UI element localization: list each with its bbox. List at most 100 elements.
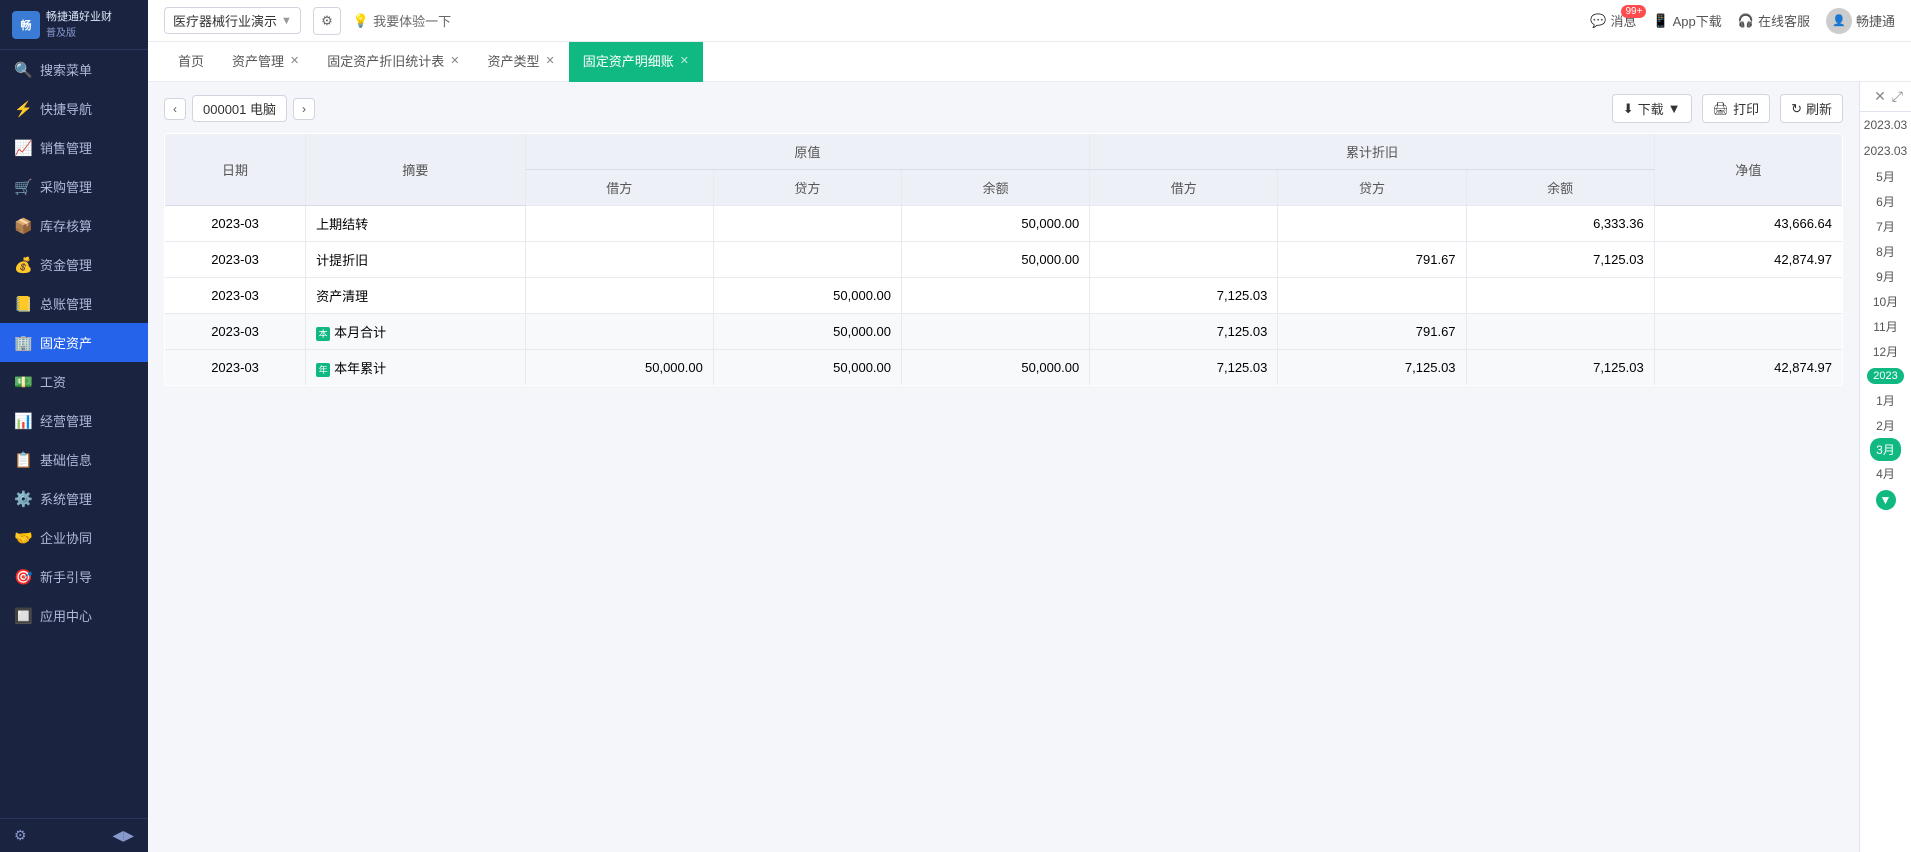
- tab-asset-type[interactable]: 资产类型 ✕: [473, 42, 568, 82]
- scroll-down-icon[interactable]: ▼: [1876, 490, 1896, 510]
- fixed-assets-icon: 🏢: [14, 334, 32, 352]
- settings-icon[interactable]: ⚙: [14, 827, 27, 844]
- refresh-label: 刷新: [1806, 99, 1832, 118]
- sidebar-item-fund[interactable]: 💰 资金管理: [0, 245, 148, 284]
- tab-depreciation-table[interactable]: 固定资产折旧统计表 ✕: [313, 42, 473, 82]
- cell-acc-balance: 7,125.03: [1466, 350, 1654, 386]
- cell-date: 2023-03: [165, 350, 306, 386]
- cell-acc-balance: [1466, 314, 1654, 350]
- sidebar-item-basic-info[interactable]: 📋 基础信息: [0, 440, 148, 479]
- collapse-icon[interactable]: ◀▶: [112, 827, 134, 844]
- month-item[interactable]: 3月: [1870, 438, 1901, 461]
- month-item[interactable]: 12月: [1873, 339, 1898, 364]
- col-net-value: 净值: [1654, 134, 1842, 206]
- col-acc-credit: 贷方: [1278, 170, 1466, 206]
- cell-orig-balance: [902, 314, 1090, 350]
- month-item[interactable]: 1月: [1870, 388, 1901, 413]
- messages-button[interactable]: 💬 消息 99+: [1590, 11, 1636, 30]
- sidebar-item-search[interactable]: 🔍 搜索菜单: [0, 50, 148, 89]
- sidebar-item-enterprise[interactable]: 🤝 企业协同: [0, 518, 148, 557]
- gear-icon: ⚙: [321, 13, 333, 29]
- cell-orig-balance: [902, 278, 1090, 314]
- cell-summary: 上期结转: [306, 206, 526, 242]
- col-orig-balance: 余额: [902, 170, 1090, 206]
- sidebar-item-newbie[interactable]: 🎯 新手引导: [0, 557, 148, 596]
- settings-button[interactable]: ⚙: [313, 7, 341, 35]
- cell-acc-debit: 7,125.03: [1090, 350, 1278, 386]
- logo-subtitle: 普及版: [46, 24, 112, 39]
- col-orig-credit: 贷方: [713, 170, 901, 206]
- sidebar-item-quick-nav[interactable]: ⚡ 快捷导航: [0, 89, 148, 128]
- tab-close-icon[interactable]: ✕: [546, 54, 555, 67]
- month-item[interactable]: 8月: [1873, 239, 1898, 264]
- cell-orig-debit: 50,000.00: [525, 350, 713, 386]
- month-item[interactable]: 5月: [1873, 164, 1898, 189]
- tab-asset-detail[interactable]: 固定资产明细账 ✕: [569, 42, 703, 82]
- tab-home[interactable]: 首页: [164, 42, 218, 82]
- cell-net-value: 42,874.97: [1654, 350, 1842, 386]
- app-download-button[interactable]: 📱 App下载: [1652, 11, 1721, 30]
- month-item[interactable]: 4月: [1870, 461, 1901, 486]
- headset-icon: 🎧: [1738, 13, 1754, 29]
- cell-summary: 本本月合计: [306, 314, 526, 350]
- tab-close-icon[interactable]: ✕: [450, 54, 459, 67]
- cell-acc-debit: 7,125.03: [1090, 278, 1278, 314]
- asset-code-display[interactable]: 000001 电脑: [192, 95, 287, 122]
- close-panel-icon[interactable]: ✕: [1874, 88, 1886, 105]
- print-button[interactable]: 🖨 打印: [1702, 94, 1771, 123]
- month-item[interactable]: 6月: [1873, 189, 1898, 214]
- cell-net-value: [1654, 314, 1842, 350]
- month-item[interactable]: 2月: [1870, 413, 1901, 438]
- sidebar-item-sales[interactable]: 📈 销售管理: [0, 128, 148, 167]
- cell-acc-balance: 6,333.36: [1466, 206, 1654, 242]
- months-before: 5月6月7月8月9月10月11月12月: [1873, 164, 1898, 364]
- sidebar-item-salary[interactable]: 💵 工资: [0, 362, 148, 401]
- sidebar-item-app-center[interactable]: 🔲 应用中心: [0, 596, 148, 635]
- month-item[interactable]: 11月: [1873, 314, 1898, 339]
- col-original-value: 原值: [525, 134, 1090, 170]
- cell-orig-debit: [525, 278, 713, 314]
- experience-icon: 💡: [353, 13, 369, 29]
- user-menu[interactable]: 👤 畅捷通: [1826, 8, 1895, 34]
- purchase-icon: 🛒: [14, 178, 32, 196]
- tab-close-icon[interactable]: ✕: [680, 54, 689, 67]
- tab-label: 固定资产折旧统计表: [327, 51, 444, 70]
- sidebar-item-system[interactable]: ⚙️ 系统管理: [0, 479, 148, 518]
- download-button[interactable]: ⬇ 下载 ▼: [1612, 94, 1692, 123]
- cell-acc-credit: 791.67: [1278, 314, 1466, 350]
- month-item[interactable]: 10月: [1873, 289, 1898, 314]
- month-item[interactable]: 7月: [1873, 214, 1898, 239]
- sidebar-item-operation[interactable]: 📊 经营管理: [0, 401, 148, 440]
- customer-service-button[interactable]: 🎧 在线客服: [1738, 11, 1810, 30]
- company-selector[interactable]: 医疗器械行业演示 ▼: [164, 7, 301, 34]
- topbar-right: 💬 消息 99+ 📱 App下载 🎧 在线客服 👤 畅捷通: [1590, 8, 1895, 34]
- expand-panel-icon[interactable]: ⤢: [1892, 88, 1903, 105]
- year-display-1: 2023.03: [1864, 112, 1907, 138]
- sidebar-item-label: 采购管理: [40, 177, 92, 196]
- tab-asset-management[interactable]: 资产管理 ✕: [218, 42, 313, 82]
- main-area: 医疗器械行业演示 ▼ ⚙ 💡 我要体验一下 💬 消息 99+ 📱 App下载 🎧…: [148, 0, 1911, 852]
- ledger-table: 日期 摘要 原值 累计折旧 净值 借方 贷方 余额 借方 贷方 余额: [164, 133, 1843, 386]
- summary-icon: 年: [316, 363, 330, 377]
- sidebar-item-inventory[interactable]: 📦 库存核算: [0, 206, 148, 245]
- year-badge[interactable]: 2023: [1867, 368, 1903, 384]
- sidebar-item-label: 总账管理: [40, 294, 92, 313]
- print-label: 打印: [1733, 99, 1759, 118]
- cell-acc-credit: 791.67: [1278, 242, 1466, 278]
- prev-asset-button[interactable]: ‹: [164, 98, 186, 120]
- cell-net-value: 42,874.97: [1654, 242, 1842, 278]
- sidebar-item-purchase[interactable]: 🛒 采购管理: [0, 167, 148, 206]
- right-panel-top: ✕ ⤢: [1860, 82, 1911, 112]
- cell-net-value: 43,666.64: [1654, 206, 1842, 242]
- sales-icon: 📈: [14, 139, 32, 157]
- sidebar-item-fixed-assets[interactable]: 🏢 固定资产: [0, 323, 148, 362]
- month-item[interactable]: 9月: [1873, 264, 1898, 289]
- refresh-button[interactable]: ↻ 刷新: [1780, 94, 1843, 123]
- next-asset-button[interactable]: ›: [293, 98, 315, 120]
- experience-button[interactable]: 💡 我要体验一下: [353, 11, 451, 30]
- table-row: 2023-03 上期结转 50,000.00 6,333.36 43,666.6…: [165, 206, 1843, 242]
- tab-home-label: 首页: [178, 51, 204, 70]
- sidebar-item-ledger[interactable]: 📒 总账管理: [0, 284, 148, 323]
- tab-close-icon[interactable]: ✕: [290, 54, 299, 67]
- cell-acc-credit: [1278, 206, 1466, 242]
